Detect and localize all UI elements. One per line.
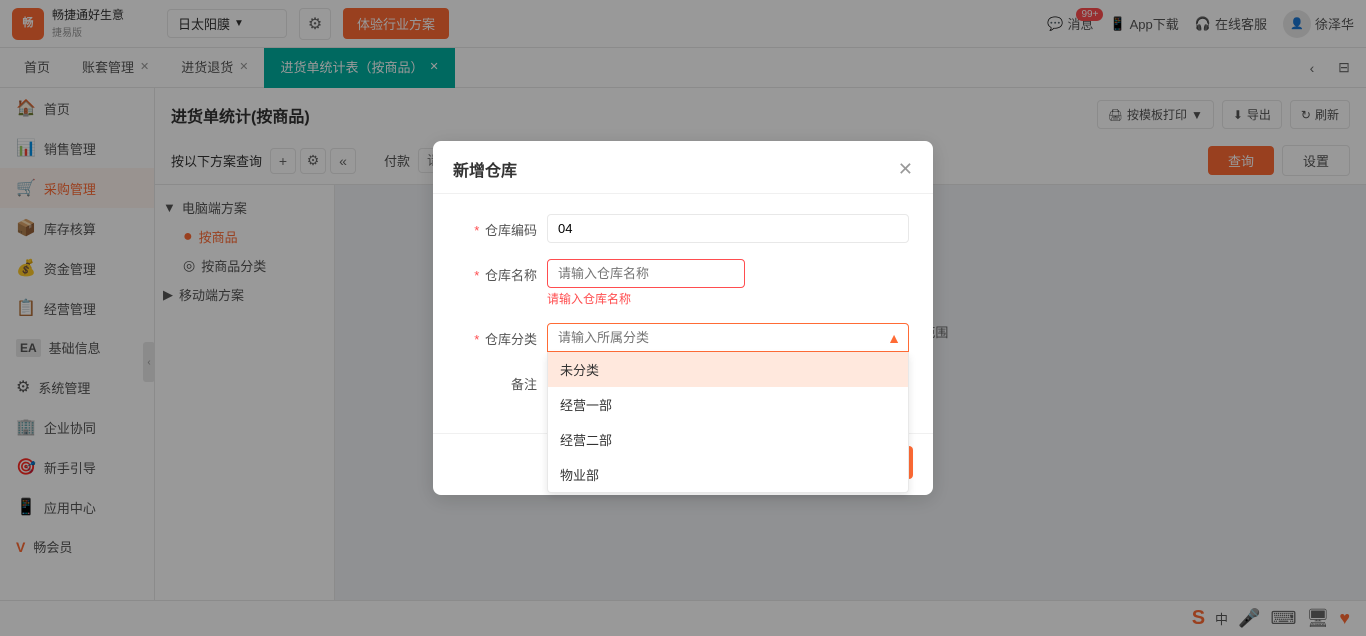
note-label: 备注 xyxy=(457,368,547,393)
dropdown-item-dept1[interactable]: 经营一部 xyxy=(548,387,908,422)
category-input[interactable] xyxy=(547,323,909,352)
code-input[interactable] xyxy=(547,214,909,243)
dropdown-item-dept2[interactable]: 经营二部 xyxy=(548,422,908,457)
form-row-name: * 仓库名称 请输入仓库名称 xyxy=(457,259,909,307)
modal-overlay[interactable]: 新增仓库 ✕ * 仓库编码 * 仓库名称 xyxy=(0,0,1366,636)
code-label: * 仓库编码 xyxy=(457,214,547,239)
dropdown-item-dept3[interactable]: 物业部 xyxy=(548,457,908,492)
name-label: * 仓库名称 xyxy=(457,259,547,284)
dropdown-item-unclassified[interactable]: 未分类 xyxy=(548,352,908,387)
new-warehouse-modal: 新增仓库 ✕ * 仓库编码 * 仓库名称 xyxy=(433,141,933,495)
modal-title: 新增仓库 xyxy=(453,157,517,181)
modal-close-button[interactable]: ✕ xyxy=(898,160,913,178)
category-label: * 仓库分类 xyxy=(457,323,547,348)
modal-header: 新增仓库 ✕ xyxy=(433,141,933,194)
name-error-msg: 请输入仓库名称 xyxy=(547,290,909,307)
form-row-code: * 仓库编码 xyxy=(457,214,909,243)
modal-body: * 仓库编码 * 仓库名称 请输入仓库名称 xyxy=(433,194,933,433)
form-row-category: * 仓库分类 ▲ 未分类 经营一部 经营二部 物业部 xyxy=(457,323,909,352)
category-dropdown: 未分类 经营一部 经营二部 物业部 xyxy=(547,352,909,493)
name-input[interactable] xyxy=(547,259,745,288)
category-select-wrap: ▲ 未分类 经营一部 经营二部 物业部 xyxy=(547,323,909,352)
